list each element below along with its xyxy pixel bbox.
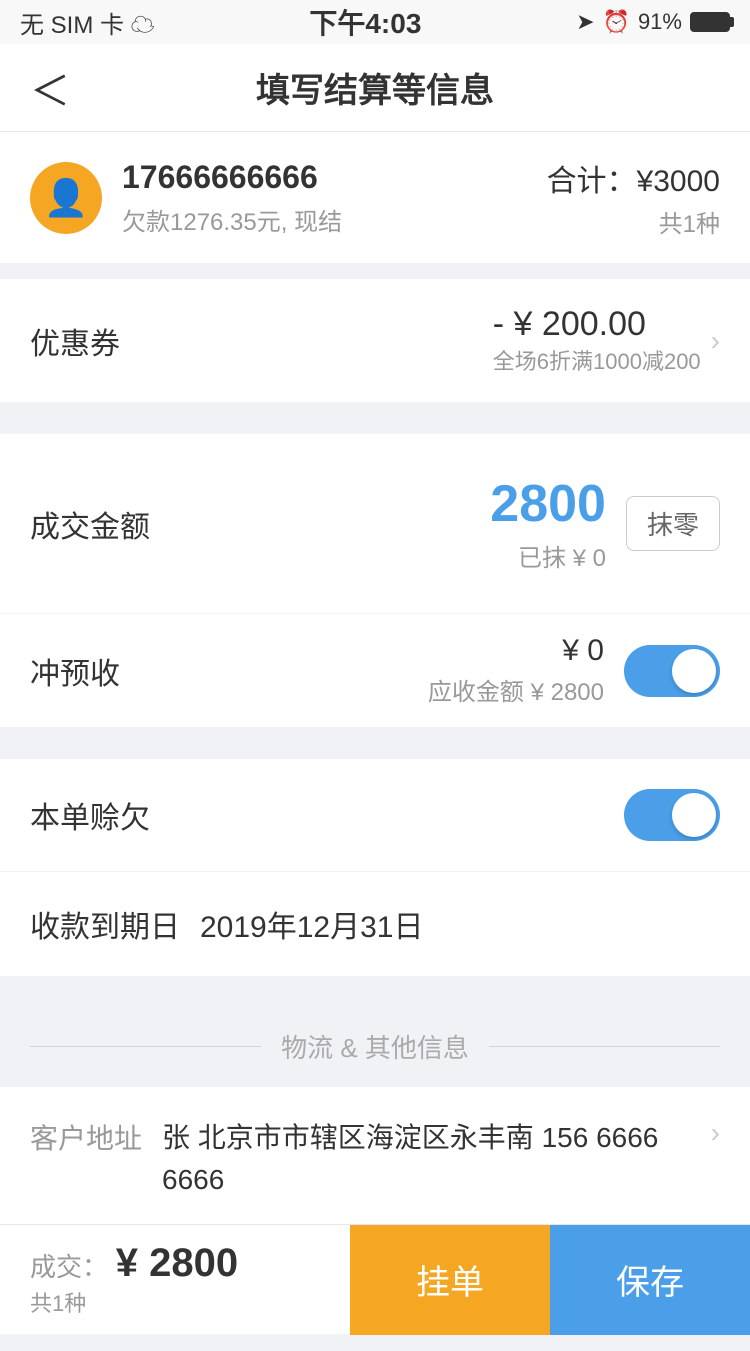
- debt-toggle[interactable]: [624, 789, 720, 841]
- customer-card: 👤 17666666666 欠款1276.35元, 现结 合计：¥3000 共1…: [0, 132, 750, 263]
- bottom-deal-label: 成交：: [30, 1252, 108, 1282]
- main-content: 👤 17666666666 欠款1276.35元, 现结 合计：¥3000 共1…: [0, 132, 750, 1351]
- amount-row: 成交金额 2800 已抹 ¥ 0 抹零: [30, 458, 720, 589]
- address-label: 客户地址: [30, 1117, 142, 1157]
- debt-label: 本单赊欠: [30, 793, 150, 837]
- prepay-amount: ¥ 0: [428, 634, 604, 668]
- gray-divider: [0, 418, 750, 434]
- customer-phone: 17666666666: [122, 159, 342, 196]
- amount-value: 2800: [490, 475, 606, 533]
- avatar: 👤: [30, 162, 102, 234]
- prepay-label: 冲预收: [30, 649, 120, 693]
- logistics-divider: 物流 & 其他信息: [0, 1008, 750, 1085]
- gray-divider-2: [0, 727, 750, 743]
- address-chevron-icon: ›: [711, 1117, 720, 1149]
- status-time: 下午4:03: [309, 2, 421, 42]
- prepay-sub: 应收金额 ¥ 2800: [428, 672, 604, 707]
- debt-section: 本单赊欠: [0, 759, 750, 871]
- status-right: ➤ ⏰ 91%: [576, 9, 730, 35]
- amount-section: 成交金额 2800 已抹 ¥ 0 抹零: [0, 434, 750, 613]
- duedate-label: 收款到期日: [30, 902, 180, 946]
- hang-sale-button[interactable]: 挂单: [350, 1225, 550, 1335]
- sim-status: 无 SIM 卡 ☁: [20, 5, 155, 40]
- duedate-value: 2019年12月31日: [200, 902, 423, 946]
- battery-icon: [690, 12, 730, 32]
- page-title: 填写结算等信息: [256, 63, 494, 112]
- address-section[interactable]: 客户地址 张 北京市市辖区海淀区永丰南 156 6666 6666 ›: [0, 1087, 750, 1231]
- logistics-text: 物流 & 其他信息: [281, 1028, 469, 1065]
- customer-left: 👤 17666666666 欠款1276.35元, 现结: [30, 159, 342, 237]
- chevron-right-icon: ›: [711, 325, 720, 357]
- bottom-deal-row: 成交： ¥ 2800: [30, 1241, 320, 1286]
- bottom-count: 共1种: [30, 1286, 320, 1318]
- round-button[interactable]: 抹零: [626, 496, 720, 551]
- customer-info: 17666666666 欠款1276.35元, 现结: [122, 159, 342, 237]
- status-bar: 无 SIM 卡 ☁ 下午4:03 ➤ ⏰ 91%: [0, 0, 750, 44]
- bottom-bar: 成交： ¥ 2800 共1种 挂单 保存: [0, 1224, 750, 1334]
- prepay-values: ¥ 0 应收金额 ¥ 2800: [428, 634, 604, 707]
- nav-bar: ＜ 填写结算等信息: [0, 44, 750, 132]
- address-value: 张 北京市市辖区海淀区永丰南 156 6666 6666: [162, 1117, 691, 1201]
- save-button[interactable]: 保存: [550, 1225, 750, 1335]
- customer-right: 合计：¥3000 共1种: [547, 156, 720, 239]
- location-icon: ➤: [576, 9, 594, 35]
- customer-note: 欠款1276.35元, 现结: [122, 202, 342, 237]
- bottom-summary: 成交： ¥ 2800 共1种: [0, 1241, 350, 1318]
- logistics-line-left: [30, 1046, 261, 1047]
- prepay-row: 冲预收 ¥ 0 应收金额 ¥ 2800: [0, 614, 750, 727]
- coupon-detail: 全场6折满1000减200: [493, 344, 701, 376]
- coupon-discount: - ¥ 200.00: [493, 305, 701, 344]
- back-button[interactable]: ＜: [30, 59, 70, 117]
- gray-divider-3: [0, 976, 750, 992]
- coupon-label: 优惠券: [30, 319, 120, 363]
- bottom-amount: ¥ 2800: [116, 1241, 238, 1285]
- total-count: 共1种: [547, 204, 720, 239]
- amount-label: 成交金额: [30, 502, 150, 546]
- alarm-icon: ⏰: [603, 9, 630, 35]
- prepay-right: ¥ 0 应收金额 ¥ 2800: [428, 634, 720, 707]
- prepay-toggle[interactable]: [624, 645, 720, 697]
- status-left: 无 SIM 卡 ☁: [20, 5, 155, 40]
- logistics-line-right: [489, 1046, 720, 1047]
- coupon-row[interactable]: 优惠券 - ¥ 200.00 全场6折满1000减200 ›: [0, 279, 750, 402]
- total-value: 合计：¥3000: [547, 156, 720, 200]
- battery-text: 91%: [638, 9, 682, 35]
- amount-sub: 已抹 ¥ 0: [490, 538, 606, 573]
- coupon-right: - ¥ 200.00 全场6折满1000减200 ›: [493, 305, 720, 376]
- amount-right: 2800 已抹 ¥ 0 抹零: [490, 474, 720, 573]
- duedate-section: 收款到期日 2019年12月31日: [0, 871, 750, 976]
